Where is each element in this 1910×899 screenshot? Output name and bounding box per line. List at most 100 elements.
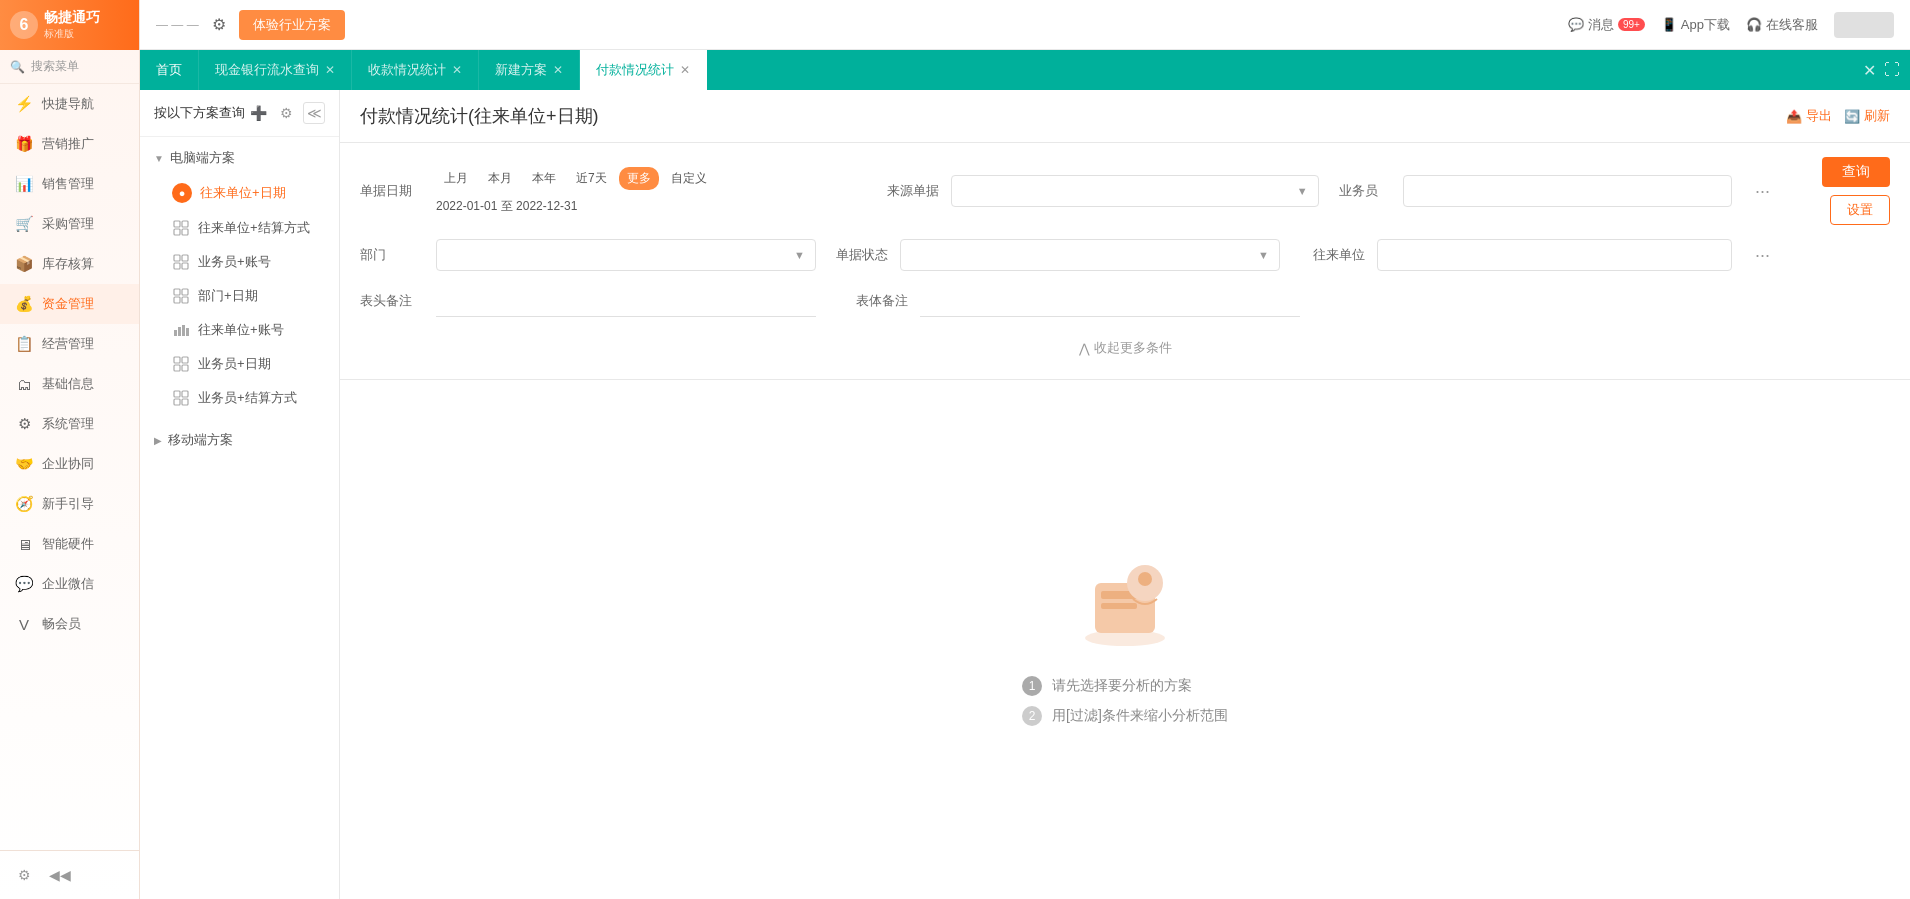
sidebar-item-marketing[interactable]: 🎁 营销推广 [0,124,139,164]
source-select-arrow: ▼ [1297,185,1308,197]
breadcrumb-area: — — — ⚙ 体验行业方案 [156,10,1558,40]
collapse-conditions-btn[interactable]: ⋀ 收起更多条件 [1059,331,1192,365]
staff-filter-col: 业务员 ··· [1339,175,1770,207]
scheme-header-title: 按以下方案查询 [154,104,245,122]
scheme-item-staff-date[interactable]: 业务员+日期 [140,347,339,381]
scheme-item-unit-account[interactable]: 往来单位+账号 [140,313,339,347]
wechat-icon: 💬 [14,574,34,594]
tab-new-scheme-close[interactable]: ✕ [553,63,563,77]
staff-dots[interactable]: ··· [1740,181,1770,202]
svg-rect-20 [174,391,180,397]
svg-rect-3 [182,229,188,235]
coop-icon: 🤝 [14,454,34,474]
svg-rect-6 [174,263,180,269]
export-icon: 📤 [1786,109,1802,124]
tab-expand-icon[interactable]: ⛶ [1884,61,1900,79]
tab-close-all-icon[interactable]: ✕ [1863,61,1876,80]
dept-select[interactable]: ▼ [436,239,816,271]
sidebar-item-purchase[interactable]: 🛒 采购管理 [0,204,139,244]
scheme-item-staff-account[interactable]: 业务员+账号 [140,245,339,279]
tab-income-close[interactable]: ✕ [452,63,462,77]
source-filter-col: 来源单据 ▼ [887,175,1318,207]
date-btn-this-month[interactable]: 本月 [480,167,520,190]
table-body-note-input[interactable] [920,285,1300,317]
scheme-item-dept-date[interactable]: 部门+日期 [140,279,339,313]
tab-new-scheme[interactable]: 新建方案 ✕ [479,50,580,90]
voucher-status-col: 单据状态 ▼ [836,239,1293,271]
date-filter-group: 上月 本月 本年 近7天 更多 自定义 2022-01-01 至 2022-12… [436,167,867,215]
table-body-note-col: 表体备注 [856,285,1470,317]
sidebar-item-coop[interactable]: 🤝 企业协同 [0,444,139,484]
scheme-grid-icon-5 [172,389,190,407]
scheme-settings-btn[interactable]: ⚙ [275,102,297,124]
guide-icon: 🧭 [14,494,34,514]
search-menu[interactable]: 🔍 搜索菜单 [0,50,139,84]
online-service-button[interactable]: 🎧 在线客服 [1746,16,1818,34]
sidebar-item-member[interactable]: V 畅会员 [0,604,139,644]
sidebar-item-sales[interactable]: 📊 销售管理 [0,164,139,204]
page-area: 按以下方案查询 ➕ ⚙ ≪ ▼ 电脑端方案 ● 往来单位+日期 [140,90,1910,899]
scheme-item-unit-date[interactable]: ● 往来单位+日期 [140,175,339,211]
dept-label: 部门 [360,246,416,264]
tab-payment-close[interactable]: ✕ [680,63,690,77]
sidebar-item-guide[interactable]: 🧭 新手引导 [0,484,139,524]
svg-rect-16 [174,357,180,363]
scheme-collapse-btn[interactable]: ≪ [303,102,325,124]
scheme-grid-icon-2 [172,253,190,271]
scheme-item-staff-settle[interactable]: 业务员+结算方式 [140,381,339,415]
sidebar-item-base[interactable]: 🗂 基础信息 [0,364,139,404]
sidebar-item-inventory[interactable]: 📦 库存核算 [0,244,139,284]
app-logo: 6 畅捷通巧 标准版 [0,0,139,50]
footer-collapse-btn[interactable]: ◀◀ [46,861,74,889]
sidebar-item-hardware[interactable]: 🖥 智能硬件 [0,524,139,564]
date-btn-more[interactable]: 更多 [619,167,659,190]
sidebar-item-system[interactable]: ⚙ 系统管理 [0,404,139,444]
table-header-note-input[interactable] [436,285,816,317]
scheme-item-unit-settle[interactable]: 往来单位+结算方式 [140,211,339,245]
tab-payment[interactable]: 付款情况统计 ✕ [580,50,707,90]
export-button[interactable]: 📤 导出 [1786,107,1832,125]
related-unit-dots[interactable]: ··· [1740,245,1770,266]
search-icon: 🔍 [10,60,25,74]
footer-settings-btn[interactable]: ⚙ [10,861,38,889]
sidebar-item-quick-nav[interactable]: ⚡ 快捷导航 [0,84,139,124]
header-settings-icon[interactable]: ⚙ [205,11,233,39]
tab-bank[interactable]: 现金银行流水查询 ✕ [199,50,352,90]
marketing-icon: 🎁 [14,134,34,154]
sidebar-item-operation[interactable]: 📋 经营管理 [0,324,139,364]
tab-bank-close[interactable]: ✕ [325,63,335,77]
svg-rect-1 [182,221,188,227]
date-btn-7days[interactable]: 近7天 [568,167,615,190]
date-btn-this-year[interactable]: 本年 [524,167,564,190]
date-btn-last-month[interactable]: 上月 [436,167,476,190]
refresh-button[interactable]: 🔄 刷新 [1844,107,1890,125]
tab-home[interactable]: 首页 [140,50,199,90]
empty-tip-1: 1 请先选择要分析的方案 [1022,676,1228,696]
header-actions: 💬 消息 99+ 📱 App下载 🎧 在线客服 [1568,12,1894,38]
scheme-mobile-group-header[interactable]: ▶ 移动端方案 [140,423,339,457]
svg-rect-11 [182,297,188,303]
scheme-add-btn[interactable]: ➕ [247,102,269,124]
user-avatar[interactable] [1834,12,1894,38]
staff-select[interactable] [1403,175,1732,207]
query-button[interactable]: 查询 [1822,157,1890,187]
scheme-pc-group-header[interactable]: ▼ 电脑端方案 [140,141,339,175]
sidebar-item-wechat[interactable]: 💬 企业微信 [0,564,139,604]
action-col: 查询 设置 [1790,157,1890,225]
source-select[interactable]: ▼ [951,175,1318,207]
related-unit-select[interactable] [1377,239,1732,271]
svg-rect-0 [174,221,180,227]
svg-rect-13 [178,327,181,336]
messages-button[interactable]: 💬 消息 99+ [1568,16,1645,34]
filter-settings-button[interactable]: 设置 [1830,195,1890,225]
voucher-status-select[interactable]: ▼ [900,239,1280,271]
svg-rect-14 [182,325,185,336]
finance-icon: 💰 [14,294,34,314]
date-btn-custom[interactable]: 自定义 [663,167,715,190]
svg-rect-5 [182,255,188,261]
trial-button[interactable]: 体验行业方案 [239,10,345,40]
sidebar-item-finance[interactable]: 💰 资金管理 [0,284,139,324]
tab-income[interactable]: 收款情况统计 ✕ [352,50,479,90]
app-download-button[interactable]: 📱 App下载 [1661,16,1730,34]
svg-point-29 [1138,572,1152,586]
